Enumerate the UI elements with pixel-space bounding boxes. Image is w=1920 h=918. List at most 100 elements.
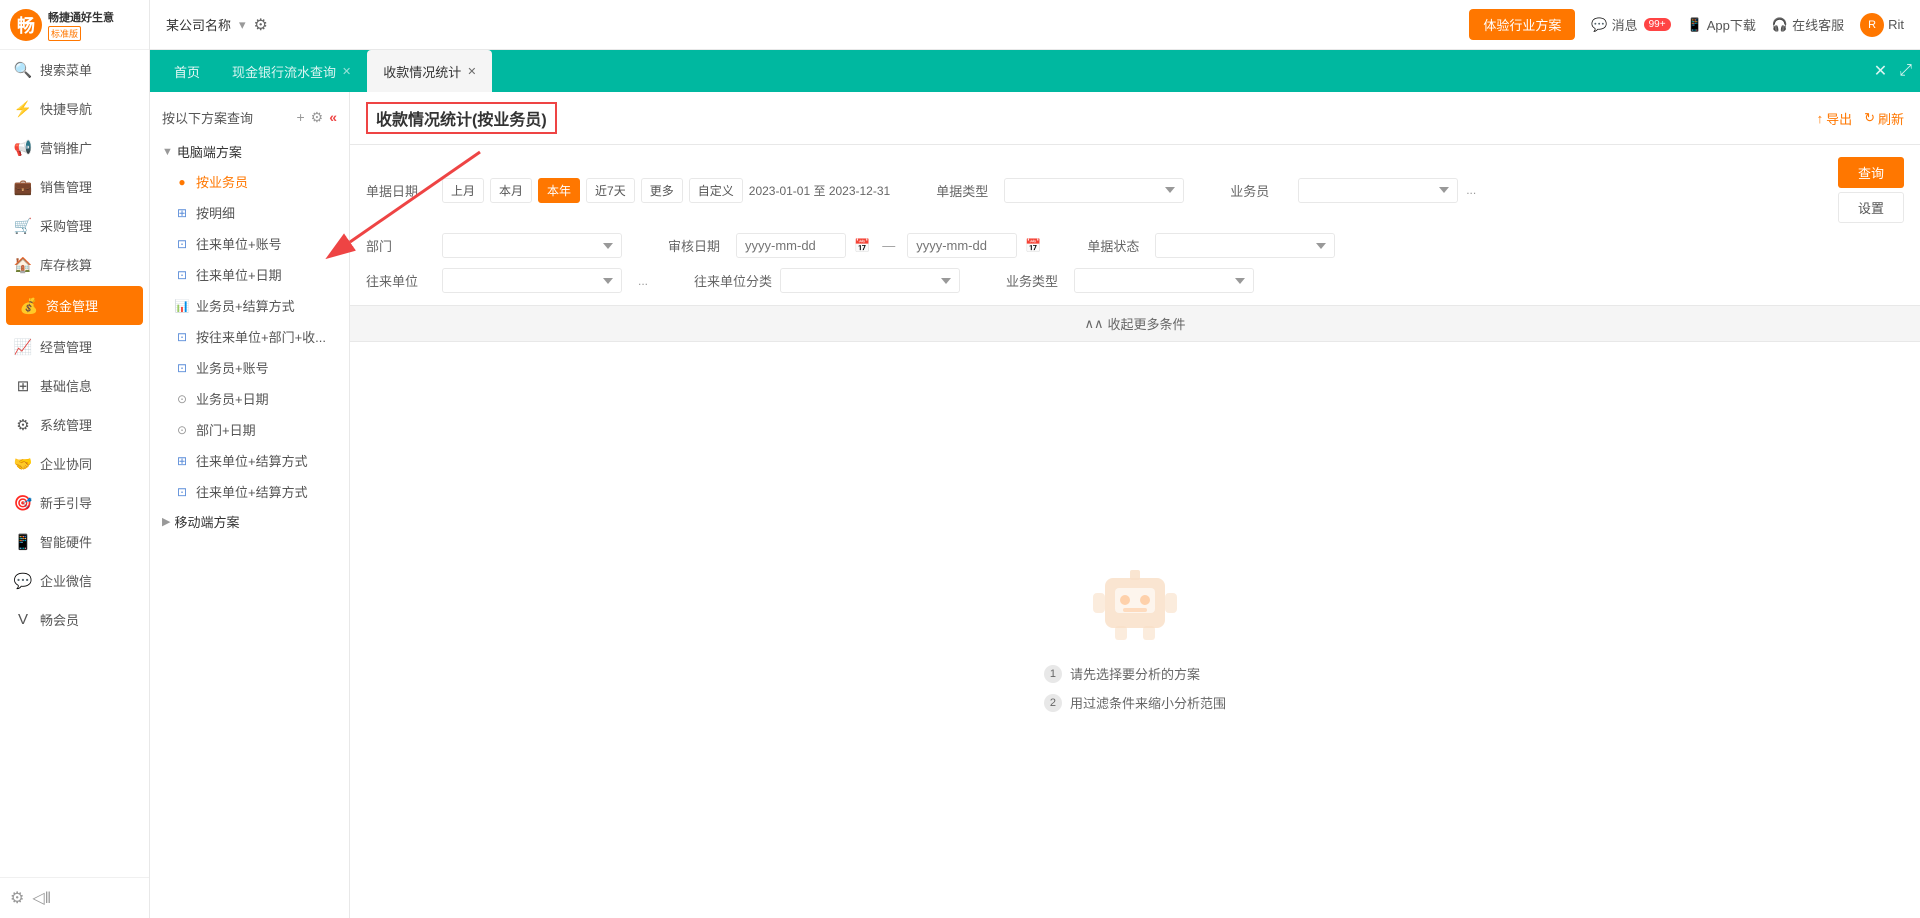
main-area: 某公司名称 ▾ ⚙ 体验行业方案 💬 消息 99+ 📱 App下载 🎧 在线客服… bbox=[150, 0, 1920, 918]
partner-category-group: 往来单位分类 bbox=[694, 268, 960, 293]
dept_date-label: 部门+日期 bbox=[196, 420, 256, 439]
sidebar-item-search[interactable]: 🔍 搜索菜单 bbox=[0, 50, 149, 89]
tab-home[interactable]: 首页 bbox=[158, 50, 216, 92]
query-btn[interactable]: 查询 bbox=[1838, 157, 1904, 188]
refresh-btn[interactable]: ↻ 刷新 bbox=[1864, 109, 1904, 128]
panel-collapse-icon[interactable]: « bbox=[329, 109, 337, 126]
salesman-select-wrap bbox=[1298, 178, 1458, 203]
sidebar-item-marketing[interactable]: 📢 营销推广 bbox=[0, 128, 149, 167]
partner_account-icon: ⊡ bbox=[174, 236, 190, 252]
settings-footer-icon[interactable]: ⚙ bbox=[10, 888, 24, 908]
refresh-icon: ↻ bbox=[1864, 110, 1875, 126]
tree-item-partner_payment2[interactable]: ⊡ 往来单位+结算方式 bbox=[150, 476, 349, 507]
sidebar-item-corp[interactable]: 🤝 企业协同 bbox=[0, 444, 149, 483]
tree-item-by_detail[interactable]: ⊞ 按明细 bbox=[150, 197, 349, 228]
panel-add-icon[interactable]: + bbox=[296, 109, 304, 126]
basic-label: 基础信息 bbox=[40, 376, 92, 395]
docstatus-select[interactable] bbox=[1155, 233, 1335, 258]
gear-icon[interactable]: ⚙ bbox=[254, 15, 268, 35]
left-panel: 按以下方案查询 + ⚙ « ▼电脑端方案 ● 按业务员 ⊞ 按明细 ⊡ 往来单位… bbox=[150, 92, 350, 918]
sidebar-item-inventory[interactable]: 🏠 库存核算 bbox=[0, 245, 149, 284]
sidebar-item-finance[interactable]: 💰 资金管理 bbox=[6, 286, 143, 325]
review-date-start[interactable] bbox=[736, 233, 846, 258]
tab-bank-close-icon[interactable]: ✕ bbox=[342, 65, 351, 78]
doctype-select[interactable] bbox=[1004, 178, 1184, 203]
tree-item-salesman_account[interactable]: ⊡ 业务员+账号 bbox=[150, 352, 349, 383]
panel-header-icons: + ⚙ « bbox=[296, 109, 337, 126]
corp-label: 企业协同 bbox=[40, 454, 92, 473]
service-action[interactable]: 🎧 在线客服 bbox=[1772, 15, 1844, 34]
collapse-footer-icon[interactable]: ◁‖ bbox=[32, 888, 51, 908]
partner-select[interactable] bbox=[442, 268, 622, 293]
tabbar-expand-icon[interactable]: ⤢ bbox=[1899, 62, 1912, 80]
date-btn-custom[interactable]: 自定义 bbox=[689, 178, 743, 203]
salesman-more-icon[interactable]: ... bbox=[1466, 183, 1476, 197]
panel-header: 按以下方案查询 + ⚙ « bbox=[150, 102, 349, 133]
date-btn-more[interactable]: 更多 bbox=[641, 178, 683, 203]
tab-collection-label: 收款情况统计 bbox=[383, 62, 461, 81]
sidebar-item-hardware[interactable]: 📱 智能硬件 bbox=[0, 522, 149, 561]
company-name: 某公司名称 bbox=[166, 15, 231, 34]
tree-root-mobile[interactable]: ▶移动端方案 bbox=[150, 507, 349, 536]
review-date-cal-icon[interactable]: 📅 bbox=[854, 238, 870, 254]
message-action[interactable]: 💬 消息 99+ bbox=[1591, 15, 1670, 34]
tab-bank-label: 现金银行流水查询 bbox=[232, 62, 336, 81]
company-arrow-icon[interactable]: ▾ bbox=[239, 17, 246, 33]
partner-category-select[interactable] bbox=[780, 268, 960, 293]
page-header-actions: ↑ 导出 ↻ 刷新 bbox=[1817, 109, 1904, 128]
partner_payment1-icon: ⊞ bbox=[174, 453, 190, 469]
setting-btn[interactable]: 设置 bbox=[1838, 192, 1904, 223]
sidebar-item-operation[interactable]: 📈 经营管理 bbox=[0, 327, 149, 366]
biztype-select[interactable] bbox=[1074, 268, 1254, 293]
date-range-text: 2023-01-01 至 2023-12-31 bbox=[749, 182, 890, 199]
partner-more-icon[interactable]: ... bbox=[638, 274, 648, 288]
collapse-btn[interactable]: ∧∧ 收起更多条件 bbox=[1084, 314, 1185, 333]
sidebar-item-quicknav[interactable]: ⚡ 快捷导航 bbox=[0, 89, 149, 128]
panel-setting-icon[interactable]: ⚙ bbox=[311, 109, 324, 126]
tab-collection[interactable]: 收款情况统计 ✕ bbox=[367, 50, 492, 92]
tabbar-close-icon[interactable]: ✕ bbox=[1874, 61, 1887, 81]
date-btn-group: 上月 本月 本年 近7天 更多 自定义 2023-01-01 至 2023-12… bbox=[442, 178, 890, 203]
review-date-end-cal-icon[interactable]: 📅 bbox=[1025, 238, 1041, 254]
date-btn-this-year[interactable]: 本年 bbox=[538, 178, 580, 203]
tree-item-dept_date[interactable]: ⊙ 部门+日期 bbox=[150, 414, 349, 445]
search-label: 搜索菜单 bbox=[40, 60, 92, 79]
inventory-label: 库存核算 bbox=[40, 255, 92, 274]
salesman_account-icon: ⊡ bbox=[174, 360, 190, 376]
refresh-label: 刷新 bbox=[1878, 109, 1904, 128]
sidebar-item-system[interactable]: ⚙ 系统管理 bbox=[0, 405, 149, 444]
review-date-separator: — bbox=[882, 238, 895, 253]
download-action[interactable]: 📱 App下载 bbox=[1687, 15, 1756, 34]
sidebar-item-purchase[interactable]: 🛒 采购管理 bbox=[0, 206, 149, 245]
sidebar-item-sales[interactable]: 💼 销售管理 bbox=[0, 167, 149, 206]
tree-item-by_salesman[interactable]: ● 按业务员 bbox=[150, 166, 349, 197]
docstatus-select-wrap bbox=[1155, 233, 1335, 258]
tree-item-partner_account[interactable]: ⊡ 往来单位+账号 bbox=[150, 228, 349, 259]
user-action[interactable]: R Rit bbox=[1860, 13, 1904, 37]
tree-item-partner_dept[interactable]: ⊡ 按往来单位+部门+收... bbox=[150, 321, 349, 352]
purchase-icon: 🛒 bbox=[14, 217, 32, 235]
sidebar-item-member[interactable]: V 畅会员 bbox=[0, 600, 149, 639]
hardware-icon: 📱 bbox=[14, 533, 32, 551]
salesman-select[interactable] bbox=[1298, 178, 1458, 203]
tree-item-partner_payment1[interactable]: ⊞ 往来单位+结算方式 bbox=[150, 445, 349, 476]
trial-btn[interactable]: 体验行业方案 bbox=[1469, 9, 1575, 40]
tree-item-salesman_date[interactable]: ⊙ 业务员+日期 bbox=[150, 383, 349, 414]
dept-label: 部门 bbox=[366, 236, 426, 255]
tree-root-desktop[interactable]: ▼电脑端方案 bbox=[150, 137, 349, 166]
tree-item-partner_date[interactable]: ⊡ 往来单位+日期 bbox=[150, 259, 349, 290]
sidebar-item-guide[interactable]: 🎯 新手引导 bbox=[0, 483, 149, 522]
export-btn[interactable]: ↑ 导出 bbox=[1817, 109, 1853, 128]
date-btn-7days[interactable]: 近7天 bbox=[586, 178, 635, 203]
dept-select[interactable] bbox=[442, 233, 622, 258]
date-btn-last-month[interactable]: 上月 bbox=[442, 178, 484, 203]
tree-item-salesman_payment[interactable]: 📊 业务员+结算方式 bbox=[150, 290, 349, 321]
tab-collection-close-icon[interactable]: ✕ bbox=[467, 65, 476, 78]
sidebar-item-wechat[interactable]: 💬 企业微信 bbox=[0, 561, 149, 600]
by_detail-label: 按明细 bbox=[196, 203, 235, 222]
review-date-end[interactable] bbox=[907, 233, 1017, 258]
date-btn-this-month[interactable]: 本月 bbox=[490, 178, 532, 203]
tab-bank[interactable]: 现金银行流水查询 ✕ bbox=[216, 50, 367, 92]
service-label: 在线客服 bbox=[1792, 15, 1844, 34]
sidebar-item-basic[interactable]: ⊞ 基础信息 bbox=[0, 366, 149, 405]
